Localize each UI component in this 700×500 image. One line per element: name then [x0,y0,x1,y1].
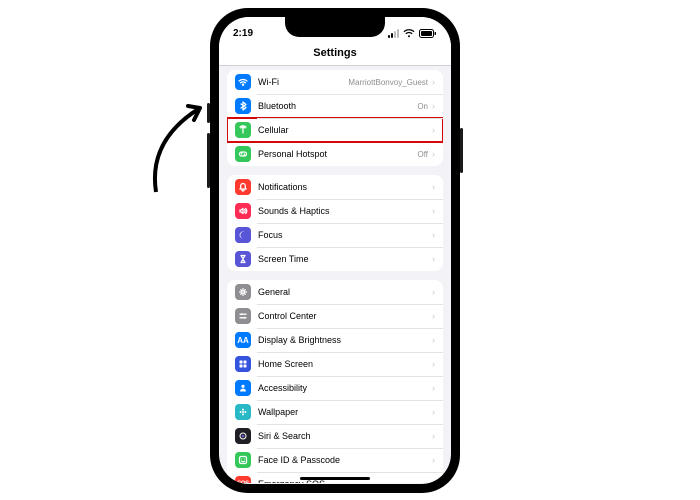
chevron-right-icon: › [432,480,435,484]
wifi-icon [235,74,251,90]
chevron-right-icon: › [432,360,435,369]
settings-row-siri[interactable]: Siri & Search› [227,424,443,448]
settings-row-homescreen[interactable]: Home Screen› [227,352,443,376]
chevron-right-icon: › [432,384,435,393]
settings-row-notifications[interactable]: Notifications› [227,175,443,199]
settings-row-focus[interactable]: Focus› [227,223,443,247]
chevron-right-icon: › [432,255,435,264]
hourglass-icon [235,251,251,267]
row-label: Home Screen [258,359,432,369]
person-icon [235,380,251,396]
gear-icon [235,284,251,300]
row-value: On [417,102,428,111]
chevron-right-icon: › [432,231,435,240]
row-value: Off [417,150,428,159]
status-time: 2:19 [233,28,253,39]
chevron-right-icon: › [432,288,435,297]
antenna-icon [235,122,251,138]
row-value: MarriottBonvoy_Guest [348,78,428,87]
row-label: Control Center [258,311,432,321]
chevron-right-icon: › [432,150,435,159]
grid-icon [235,356,251,372]
bell-icon [235,179,251,195]
row-label: Siri & Search [258,431,432,441]
flower-icon [235,404,251,420]
chevron-right-icon: › [432,78,435,87]
row-label: Personal Hotspot [258,149,417,159]
settings-row-wallpaper[interactable]: Wallpaper› [227,400,443,424]
row-label: Focus [258,230,432,240]
settings-group: Wi-FiMarriottBonvoy_Guest›BluetoothOn›Ce… [227,70,443,166]
settings-list[interactable]: Wi-FiMarriottBonvoy_Guest›BluetoothOn›Ce… [219,66,451,483]
annotation-arrow [138,100,218,200]
speaker-icon [235,203,251,219]
row-label: Bluetooth [258,101,417,111]
settings-row-accessibility[interactable]: Accessibility› [227,376,443,400]
link-icon [235,146,251,162]
face-icon [235,452,251,468]
chevron-right-icon: › [432,432,435,441]
settings-row-general[interactable]: General› [227,280,443,304]
chevron-right-icon: › [432,102,435,111]
chevron-right-icon: › [432,183,435,192]
settings-row-bluetooth[interactable]: BluetoothOn › [227,94,443,118]
settings-row-controlcenter[interactable]: Control Center› [227,304,443,328]
settings-row-sounds[interactable]: Sounds & Haptics› [227,199,443,223]
row-label: Screen Time [258,254,432,264]
row-label: General [258,287,432,297]
page-title: Settings [219,45,451,66]
cell-signal-icon [388,29,399,38]
row-label: Wi-Fi [258,77,348,87]
row-label: Sounds & Haptics [258,206,432,216]
row-label: Notifications [258,182,432,192]
bluetooth-icon [235,98,251,114]
chevron-right-icon: › [432,336,435,345]
settings-group: General›Control Center›AADisplay & Brigh… [227,280,443,483]
row-label: Face ID & Passcode [258,455,432,465]
notch [285,17,385,37]
row-label: Cellular [258,125,432,135]
row-label: Wallpaper [258,407,432,417]
settings-row-screentime[interactable]: Screen Time› [227,247,443,271]
settings-row-hotspot[interactable]: Personal HotspotOff › [227,142,443,166]
siri-icon [235,428,251,444]
chevron-right-icon: › [432,408,435,417]
switches-icon [235,308,251,324]
row-label: Accessibility [258,383,432,393]
chevron-right-icon: › [432,126,435,135]
battery-icon [419,29,437,38]
chevron-right-icon: › [432,456,435,465]
chevron-right-icon: › [432,207,435,216]
sos-icon: SOS [235,476,251,483]
settings-row-faceid[interactable]: Face ID & Passcode› [227,448,443,472]
settings-row-wifi[interactable]: Wi-FiMarriottBonvoy_Guest › [227,70,443,94]
moon-icon [235,227,251,243]
settings-group: Notifications›Sounds & Haptics›Focus›Scr… [227,175,443,271]
wifi-status-icon [403,29,415,38]
chevron-right-icon: › [432,312,435,321]
text-icon: AA [235,332,251,348]
home-indicator[interactable] [300,477,370,480]
phone-screen: 2:19 Settings Wi-FiMarriottBonvoy_Guest ›… [219,17,451,484]
row-label: Display & Brightness [258,335,432,345]
phone-frame: 2:19 Settings Wi-FiMarriottBonvoy_Guest ›… [210,8,460,493]
settings-row-display[interactable]: AA Display & Brightness› [227,328,443,352]
settings-row-cellular[interactable]: Cellular› [227,118,443,142]
